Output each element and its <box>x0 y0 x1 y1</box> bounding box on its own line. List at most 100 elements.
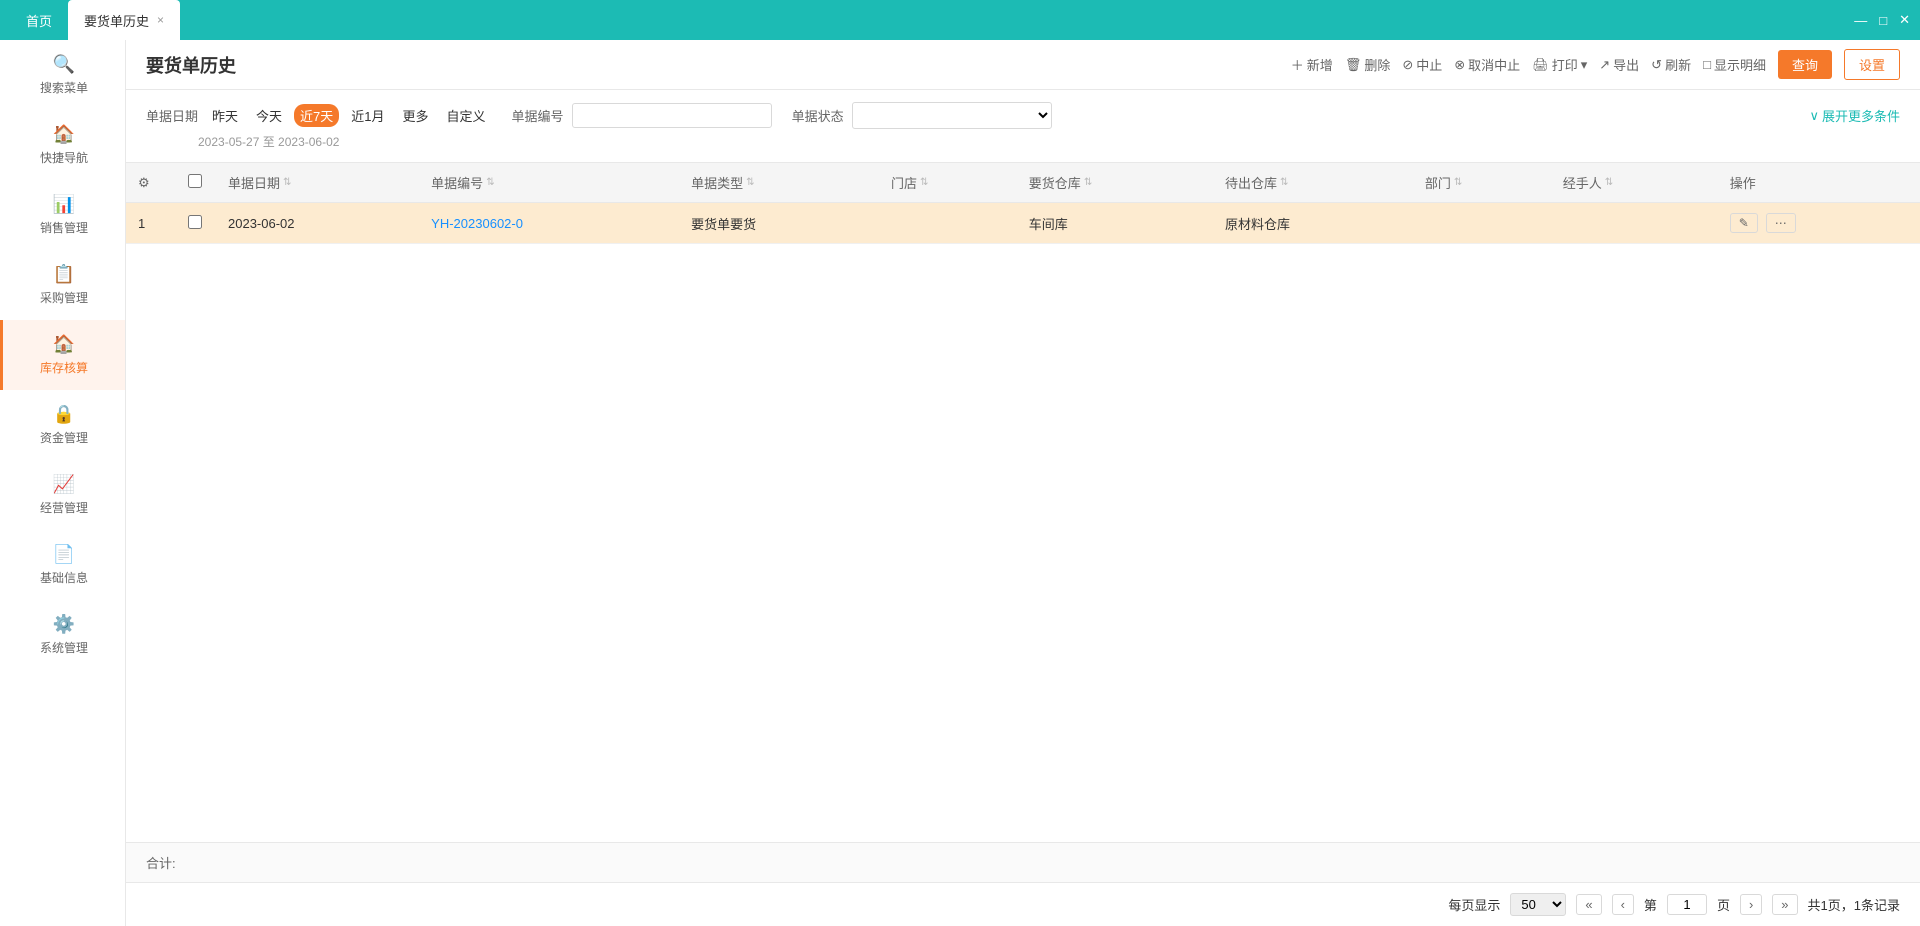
sidebar-item-basicinfo[interactable]: 📄 基础信息 <box>0 530 125 600</box>
col-req-warehouse: 要货仓库 ⇅ <box>1017 163 1213 203</box>
cell-checkbox <box>176 203 216 244</box>
sidebar-item-quicknav-label: 快捷导航 <box>40 149 88 166</box>
date-tab-yesterday[interactable]: 昨天 <box>206 104 244 127</box>
show-detail-btn[interactable]: □ 显示明细 <box>1703 55 1766 74</box>
export-icon: ↗ <box>1599 57 1610 73</box>
sidebar-item-finance-label: 资金管理 <box>40 429 88 446</box>
sidebar-item-system[interactable]: ⚙️ 系统管理 <box>0 600 125 670</box>
stop-btn[interactable]: ⊘ 中止 <box>1402 55 1442 74</box>
docno-input[interactable] <box>572 103 772 128</box>
docno-label: 单据编号 <box>512 106 564 125</box>
sidebar-item-sales-label: 销售管理 <box>40 219 88 236</box>
table-wrapper: ⚙ 单据日期 ⇅ <box>126 163 1920 842</box>
purchase-icon: 📋 <box>53 264 75 285</box>
expand-conditions-btn[interactable]: ∨ 展开更多条件 <box>1809 106 1900 125</box>
sort-date-icon[interactable]: ⇅ <box>283 177 291 188</box>
cancel-stop-btn[interactable]: ⊗ 取消中止 <box>1454 55 1520 74</box>
date-tab-1month[interactable]: 近1月 <box>345 104 390 127</box>
row-more-btn[interactable]: ⋯ <box>1766 213 1796 233</box>
detail-icon: □ <box>1703 57 1711 72</box>
cell-out-warehouse: 原材料仓库 <box>1213 203 1413 244</box>
sort-handler-icon[interactable]: ⇅ <box>1605 177 1613 188</box>
docno-link[interactable]: YH-20230602-0 <box>431 216 523 231</box>
date-tabs: 昨天 今天 近7天 近1月 更多 自定义 <box>206 104 492 127</box>
date-tab-more[interactable]: 更多 <box>397 104 435 127</box>
date-tab-today[interactable]: 今天 <box>250 104 288 127</box>
finance-icon: 🔒 <box>53 404 75 425</box>
sidebar-item-sales[interactable]: 📊 销售管理 <box>0 180 125 250</box>
col-doctype: 单据类型 ⇅ <box>679 163 879 203</box>
export-btn[interactable]: ↗ 导出 <box>1599 55 1639 74</box>
sidebar-item-purchase[interactable]: 📋 采购管理 <box>0 250 125 320</box>
cell-docno: YH-20230602-0 <box>419 203 679 244</box>
sidebar-item-quicknav[interactable]: 🏠 快捷导航 <box>0 110 125 180</box>
col-settings: ⚙ <box>126 163 176 203</box>
cell-store <box>879 203 1017 244</box>
query-button[interactable]: 查询 <box>1778 50 1832 79</box>
table-area: ⚙ 单据日期 ⇅ <box>126 163 1920 882</box>
next-page-btn[interactable]: › <box>1740 894 1762 915</box>
page-size-label: 每页显示 <box>1448 895 1500 914</box>
maximize-btn[interactable]: □ <box>1879 13 1887 28</box>
sidebar-item-operation-label: 经营管理 <box>40 499 88 516</box>
sidebar-item-operation[interactable]: 📈 经营管理 <box>0 460 125 530</box>
select-all-checkbox[interactable] <box>188 174 202 188</box>
page-label: 第 <box>1644 895 1657 914</box>
first-page-btn[interactable]: « <box>1576 894 1601 915</box>
tab-requisition-label: 要货单历史 <box>84 11 149 30</box>
delete-btn[interactable]: 🗑 删除 <box>1345 55 1391 74</box>
sort-docno-icon[interactable]: ⇅ <box>486 177 494 188</box>
sort-store-icon[interactable]: ⇅ <box>920 177 928 188</box>
stop-icon: ⊘ <box>1402 57 1413 73</box>
sidebar-item-search-label: 搜索菜单 <box>40 79 88 96</box>
print-btn[interactable]: 🖨 打印 ▾ <box>1532 55 1587 74</box>
search-icon: 🔍 <box>53 54 75 75</box>
main-content: 要货单历史 ＋ 新增 🗑 删除 ⊘ 中止 ⊗ 取消中止 <box>126 40 1920 926</box>
col-handler: 经手人 ⇅ <box>1551 163 1718 203</box>
col-checkbox <box>176 163 216 203</box>
settings-icon[interactable]: ⚙ <box>138 175 150 190</box>
refresh-btn[interactable]: ↺ 刷新 <box>1651 55 1691 74</box>
window-controls: — □ ✕ <box>1854 12 1910 28</box>
cell-req-warehouse: 车间库 <box>1017 203 1213 244</box>
date-tab-7days[interactable]: 近7天 <box>294 104 339 127</box>
date-filter: 单据日期 昨天 今天 近7天 近1月 更多 自定义 <box>146 104 492 127</box>
tab-requisition-history[interactable]: 要货单历史 × <box>68 0 180 40</box>
delete-icon: 🗑 <box>1345 57 1362 73</box>
col-store: 门店 ⇅ <box>879 163 1017 203</box>
sort-doctype-icon[interactable]: ⇅ <box>746 177 754 188</box>
date-tab-custom[interactable]: 自定义 <box>441 104 492 127</box>
tab-close-btn[interactable]: × <box>157 13 164 27</box>
sort-req-warehouse-icon[interactable]: ⇅ <box>1084 177 1092 188</box>
sidebar-item-finance[interactable]: 🔒 资金管理 <box>0 390 125 460</box>
status-filter: 单据状态 <box>792 102 1052 129</box>
col-docno: 单据编号 ⇅ <box>419 163 679 203</box>
row-edit-btn[interactable]: ✎ <box>1730 213 1758 233</box>
cancel-stop-icon: ⊗ <box>1454 57 1465 73</box>
last-page-btn[interactable]: » <box>1772 894 1797 915</box>
sidebar-item-system-label: 系统管理 <box>40 639 88 656</box>
add-btn[interactable]: ＋ 新增 <box>1291 55 1333 74</box>
print-icon: 🖨 <box>1532 57 1549 73</box>
row-checkbox[interactable] <box>188 215 202 229</box>
page-size-select[interactable]: 50 100 200 <box>1510 893 1566 916</box>
sort-dept-icon[interactable]: ⇅ <box>1454 177 1462 188</box>
expand-icon: ∨ <box>1809 108 1819 124</box>
date-label: 单据日期 <box>146 106 198 125</box>
close-window-btn[interactable]: ✕ <box>1899 12 1910 28</box>
tab-home[interactable]: 首页 <box>10 0 68 40</box>
page-number-input[interactable] <box>1667 894 1707 915</box>
col-date: 单据日期 ⇅ <box>216 163 419 203</box>
sales-icon: 📊 <box>53 194 75 215</box>
status-select[interactable] <box>852 102 1052 129</box>
sidebar: 🔍 搜索菜单 🏠 快捷导航 📊 销售管理 📋 采购管理 🏠 库存核算 🔒 资金管… <box>0 40 126 926</box>
minimize-btn[interactable]: — <box>1854 13 1867 28</box>
sidebar-item-basicinfo-label: 基础信息 <box>40 569 88 586</box>
cell-handler <box>1551 203 1718 244</box>
sort-out-warehouse-icon[interactable]: ⇅ <box>1280 177 1288 188</box>
sidebar-item-search[interactable]: 🔍 搜索菜单 <box>0 40 125 110</box>
setting-button[interactable]: 设置 <box>1844 49 1900 80</box>
sidebar-item-inventory[interactable]: 🏠 库存核算 <box>0 320 125 390</box>
col-actions: 操作 <box>1718 163 1920 203</box>
prev-page-btn[interactable]: ‹ <box>1612 894 1634 915</box>
